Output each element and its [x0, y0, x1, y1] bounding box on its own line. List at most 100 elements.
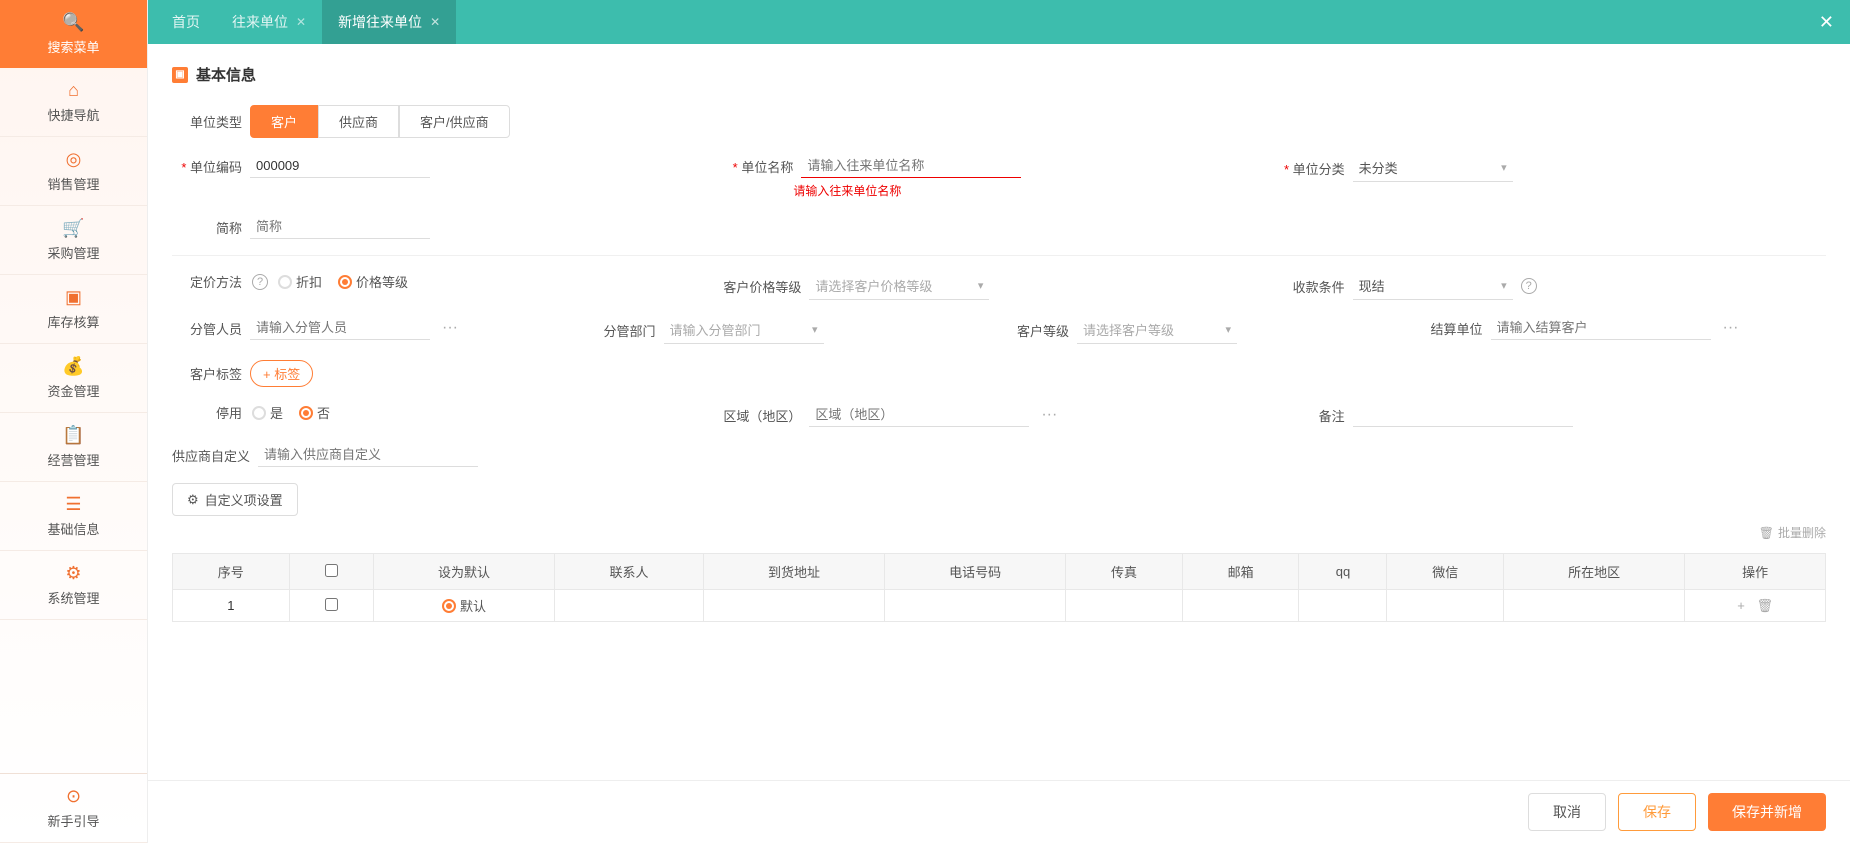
customer-level-arrow: ▾ [1225, 323, 1231, 336]
finance-icon: 💰 [62, 356, 84, 377]
row-select-checkbox[interactable] [325, 598, 338, 611]
page-footer: 取消 保存 保存并新增 [148, 780, 1850, 843]
customer-price-group: 客户价格等级 请选择客户价格等级 ▾ [723, 272, 1274, 300]
sidebar-search[interactable]: 🔍 搜索菜单 [0, 0, 147, 68]
radio-price-level-circle [338, 275, 352, 289]
col-checkbox [289, 554, 373, 590]
delete-row-btn[interactable]: 🗑 [1756, 598, 1773, 613]
section-header: ▣ 基本信息 [172, 64, 1826, 85]
row-default-radio[interactable]: 默认 [384, 596, 544, 615]
pricing-help-icon[interactable]: ? [252, 274, 268, 290]
supplier-custom-input[interactable] [258, 443, 478, 467]
payment-help-icon[interactable]: ? [1521, 278, 1537, 294]
radio-price-level[interactable]: 价格等级 [338, 272, 408, 291]
short-name-input[interactable] [250, 215, 430, 239]
unit-type-group: 单位类型 客户 供应商 客户/供应商 [172, 105, 1826, 138]
tab-new-partner[interactable]: 新增往来单位 ✕ [322, 0, 456, 44]
add-row-btn[interactable]: + [1737, 598, 1745, 613]
radio-discount-circle [278, 275, 292, 289]
row-default-radio-circle [442, 599, 456, 613]
sidebar-item-guide[interactable]: ⊙ 新手引导 [0, 774, 147, 843]
unit-type-btn-group: 客户 供应商 客户/供应商 [250, 105, 510, 138]
supplier-custom-group: 供应商自定义 [172, 443, 1826, 467]
remarks-input[interactable] [1353, 403, 1573, 427]
dept-select[interactable]: 请输入分管部门 ▾ [664, 316, 824, 344]
remarks-label: 备注 [1275, 406, 1345, 425]
tab-partners[interactable]: 往来单位 ✕ [216, 0, 322, 44]
close-all-tabs[interactable]: ✕ [1811, 12, 1842, 33]
row-qq [1299, 590, 1387, 622]
disabled-row: 停用 是 否 区域（地区） ··· 备注 [172, 403, 1826, 427]
unit-name-input[interactable] [801, 154, 1021, 178]
manager-label: 分管人员 [172, 319, 242, 338]
close-new-partner-tab[interactable]: ✕ [430, 15, 440, 29]
manager-more-btn[interactable]: ··· [438, 319, 462, 337]
radio-yes[interactable]: 是 [252, 403, 283, 422]
type-btn-both[interactable]: 客户/供应商 [399, 105, 510, 138]
col-fax: 传真 [1066, 554, 1183, 590]
customer-price-label: 客户价格等级 [723, 277, 801, 296]
row-default: 默认 [373, 590, 554, 622]
save-new-button[interactable]: 保存并新增 [1708, 793, 1826, 831]
sidebar-item-sales[interactable]: ◎ 销售管理 [0, 137, 147, 206]
unit-code-input[interactable] [250, 154, 430, 178]
row-fax [1066, 590, 1183, 622]
select-all-checkbox[interactable] [325, 564, 338, 577]
settings-gear-icon: ⚙ [187, 492, 199, 508]
manager-input[interactable] [250, 316, 430, 340]
main-content: 首页 往来单位 ✕ 新增往来单位 ✕ ✕ ▣ 基本信息 单位类型 客户 供应商 … [148, 0, 1850, 843]
type-btn-supplier[interactable]: 供应商 [318, 105, 399, 138]
region-more-btn[interactable]: ··· [1037, 406, 1061, 424]
short-name-label: 简称 [172, 218, 242, 237]
tag-row: 客户标签 + 标签 [172, 360, 1826, 387]
sidebar-item-label: 快捷导航 [47, 105, 99, 124]
payment-terms-select[interactable]: 现结 ▾ [1353, 272, 1513, 300]
customer-price-select[interactable]: 请选择客户价格等级 ▾ [809, 272, 989, 300]
settlement-more-btn[interactable]: ··· [1719, 319, 1743, 337]
sidebar-item-operations[interactable]: 📋 经营管理 [0, 413, 147, 482]
col-no: 序号 [173, 554, 290, 590]
section-icon: ▣ [172, 67, 188, 83]
region-input[interactable] [809, 403, 1029, 427]
row-phone [885, 590, 1066, 622]
sidebar-item-basics[interactable]: ☰ 基础信息 [0, 482, 147, 551]
tab-home[interactable]: 首页 [156, 0, 216, 44]
close-partners-tab[interactable]: ✕ [296, 15, 306, 29]
cancel-button[interactable]: 取消 [1528, 793, 1606, 831]
save-button[interactable]: 保存 [1618, 793, 1696, 831]
tag-group: 客户标签 + 标签 [172, 360, 1826, 387]
region-group: 区域（地区） ··· [723, 403, 1274, 427]
customer-level-group: 客户等级 请选择客户等级 ▾ [999, 316, 1413, 344]
radio-no-circle [299, 406, 313, 420]
supplier-custom-row: 供应商自定义 [172, 443, 1826, 467]
sidebar-item-quick-nav[interactable]: ⌂ 快捷导航 [0, 68, 147, 137]
customer-level-select[interactable]: 请选择客户等级 ▾ [1077, 316, 1237, 344]
radio-discount[interactable]: 折扣 [278, 272, 322, 291]
sidebar-item-inventory[interactable]: ▣ 库存核算 [0, 275, 147, 344]
custom-settings-button[interactable]: ⚙ 自定义项设置 [172, 483, 298, 516]
unit-category-select[interactable]: 未分类 ▾ [1353, 154, 1513, 182]
batch-delete-button[interactable]: 🗑 批量删除 [1759, 524, 1826, 541]
col-qq: qq [1299, 554, 1387, 590]
unit-code-label: 单位编码 [172, 157, 242, 176]
customer-level-label: 客户等级 [999, 321, 1069, 340]
supplier-custom-label: 供应商自定义 [172, 446, 250, 465]
settlement-input[interactable] [1491, 316, 1711, 340]
type-btn-customer[interactable]: 客户 [250, 105, 318, 138]
disabled-label: 停用 [172, 403, 242, 422]
row-checkbox [289, 590, 373, 622]
sidebar-item-finance[interactable]: 💰 资金管理 [0, 344, 147, 413]
search-icon: 🔍 [62, 12, 84, 33]
add-tag-button[interactable]: + 标签 [250, 360, 313, 387]
contacts-table: 序号 设为默认 联系人 到货地址 电话号码 传真 邮箱 qq 微信 所在地区 操… [172, 553, 1826, 622]
manager-group: 分管人员 ··· [172, 316, 586, 340]
code-name-row: 单位编码 单位名称 请输入往来单位名称 单位分类 未分类 ▾ [172, 154, 1826, 199]
radio-no[interactable]: 否 [299, 403, 330, 422]
radio-yes-circle [252, 406, 266, 420]
sidebar-item-purchase[interactable]: 🛒 采购管理 [0, 206, 147, 275]
sidebar-item-label: 资金管理 [47, 381, 99, 400]
unit-name-group: 单位名称 请输入往来单位名称 [723, 154, 1274, 199]
sidebar-item-system[interactable]: ⚙ 系统管理 [0, 551, 147, 620]
remarks-group: 备注 [1275, 403, 1826, 427]
sidebar-item-label: 新手引导 [47, 811, 99, 830]
